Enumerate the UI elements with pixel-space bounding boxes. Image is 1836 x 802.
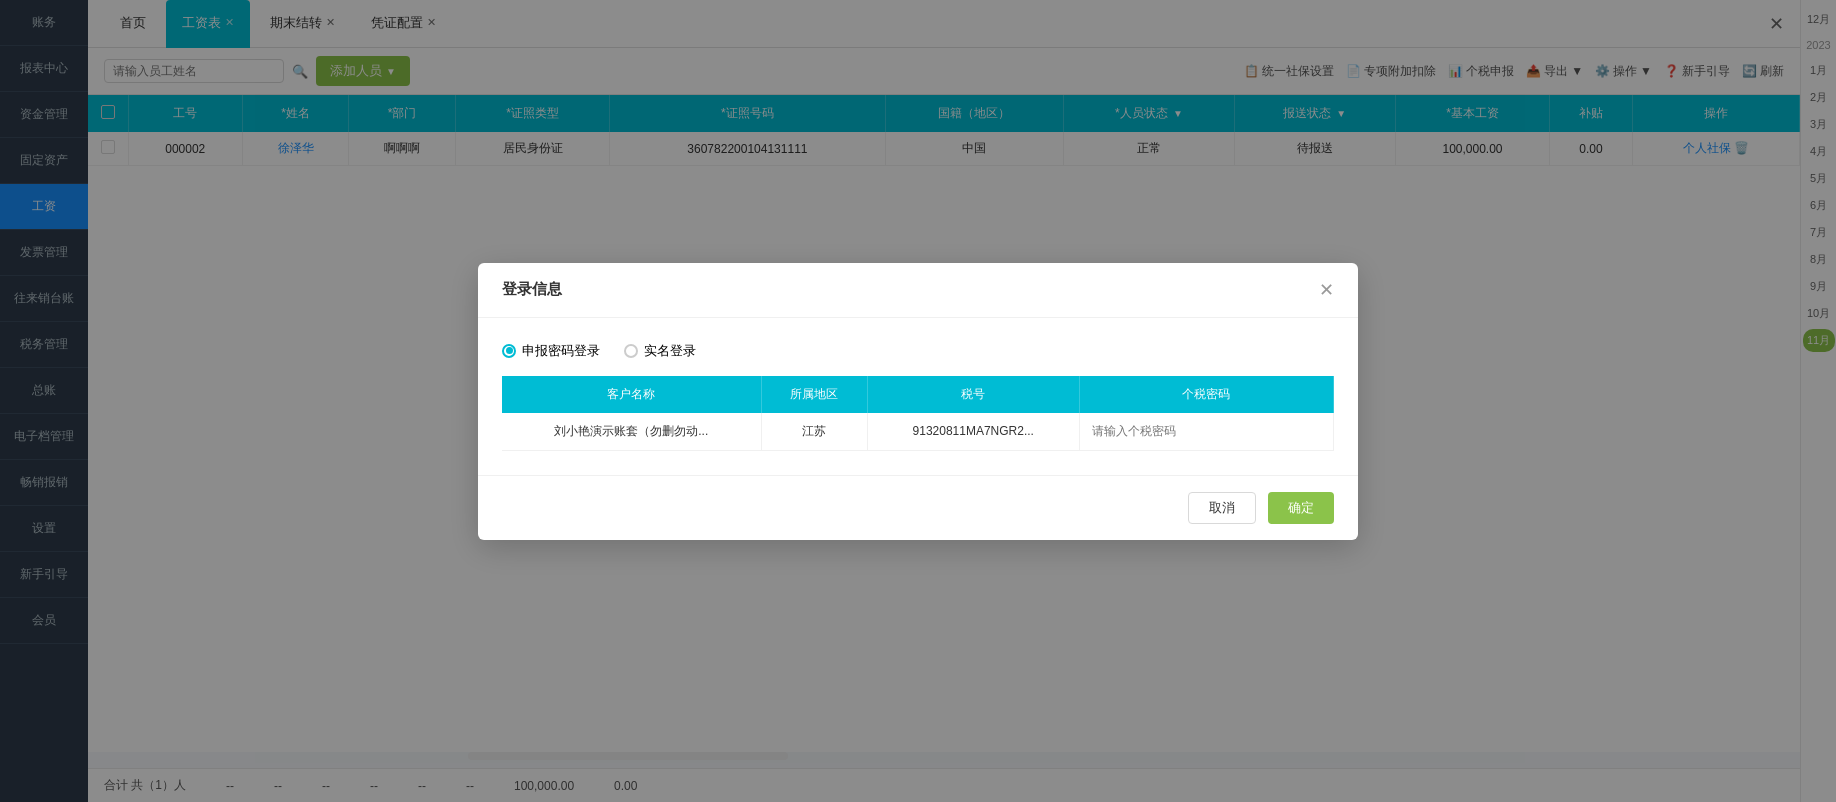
col-tax-id: 税号 — [867, 376, 1079, 413]
radio-realname-dot — [624, 344, 638, 358]
client-region-cell: 江苏 — [761, 413, 867, 451]
dialog-footer: 取消 确定 — [478, 475, 1358, 540]
col-region: 所属地区 — [761, 376, 867, 413]
client-password-cell[interactable] — [1079, 413, 1333, 451]
login-info-dialog: 登录信息 ✕ 申报密码登录 实名登录 客户名称 所属地区 — [478, 263, 1358, 540]
radio-declaration-password[interactable]: 申报密码登录 — [502, 342, 600, 360]
col-tax-password: 个税密码 — [1079, 376, 1333, 413]
dialog-title: 登录信息 — [502, 280, 562, 299]
client-tax-id-cell: 91320811MA7NGR2... — [867, 413, 1079, 451]
dialog-header: 登录信息 ✕ — [478, 263, 1358, 318]
client-table: 客户名称 所属地区 税号 个税密码 刘小艳演示账套（勿删勿动... 江苏 913… — [502, 376, 1334, 451]
confirm-button[interactable]: 确定 — [1268, 492, 1334, 524]
col-client-name: 客户名称 — [502, 376, 761, 413]
tax-password-input[interactable] — [1092, 424, 1321, 438]
dialog-close-button[interactable]: ✕ — [1319, 279, 1334, 301]
dialog-body: 申报密码登录 实名登录 客户名称 所属地区 税号 个税密码 — [478, 318, 1358, 475]
radio-real-name[interactable]: 实名登录 — [624, 342, 696, 360]
radio-declaration-dot — [502, 344, 516, 358]
login-type-radio-group: 申报密码登录 实名登录 — [502, 342, 1334, 360]
dialog-overlay: 登录信息 ✕ 申报密码登录 实名登录 客户名称 所属地区 — [0, 0, 1836, 802]
client-name-cell: 刘小艳演示账套（勿删勿动... — [502, 413, 761, 451]
cancel-button[interactable]: 取消 — [1188, 492, 1256, 524]
client-table-row: 刘小艳演示账套（勿删勿动... 江苏 91320811MA7NGR2... — [502, 413, 1334, 451]
